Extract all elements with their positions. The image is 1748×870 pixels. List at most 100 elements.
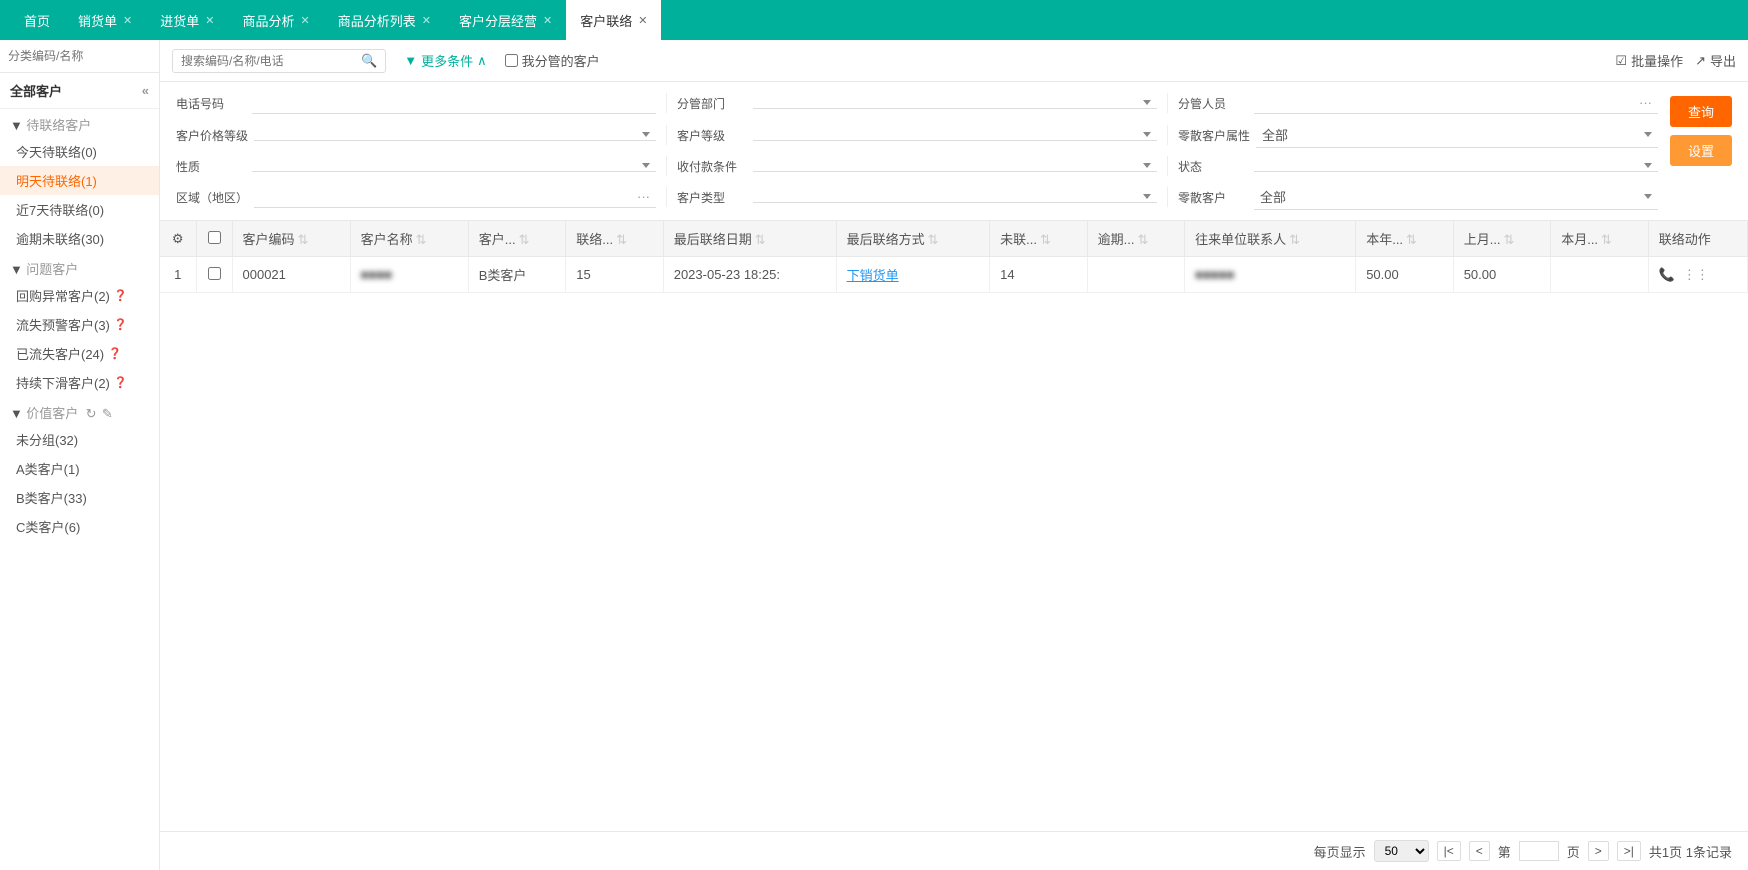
sidebar-item-lost[interactable]: 流失预警客户(3) ❓ <box>0 310 159 339</box>
sidebar-item-class-c[interactable]: C类客户(6) <box>0 512 159 541</box>
col-not-contacted[interactable]: 未联...⇅ <box>990 221 1088 257</box>
nav-analysis-list[interactable]: 商品分析列表 ✕ <box>324 0 445 40</box>
sidebar-item-churned[interactable]: 已流失客户(24) ❓ <box>0 339 159 368</box>
content-area: 🔍 ▼ 更多条件 ∧ 我分管的客户 ☑ 批量操作 ↗ 导出 <box>160 40 1748 870</box>
close-analysis-icon[interactable]: ✕ <box>301 14 310 27</box>
nav-sales[interactable]: 销货单 ✕ <box>64 0 146 40</box>
row-class: B类客户 <box>468 257 566 293</box>
filter-icon: ▼ <box>404 53 417 68</box>
row-index: 1 <box>160 257 196 293</box>
sidebar-item-today-contact[interactable]: 今天待联络(0) <box>0 137 159 166</box>
col-this-month[interactable]: 本月...⇅ <box>1551 221 1649 257</box>
close-customer-contact-icon[interactable]: ✕ <box>638 14 647 27</box>
query-button[interactable]: 查询 <box>1670 96 1732 127</box>
nav-customer-tier[interactable]: 客户分层经营 ✕ <box>445 0 566 40</box>
col-name[interactable]: 客户名称⇅ <box>350 221 468 257</box>
filter-retail-attr: 零散客户属性 全部 <box>1178 122 1658 148</box>
sidebar-item-repurchase-abnormal[interactable]: 回购异常客户(2) ❓ <box>0 281 159 310</box>
close-analysis-list-icon[interactable]: ✕ <box>422 14 431 27</box>
settings-button[interactable]: 设置 <box>1670 135 1732 166</box>
my-customer-checkbox[interactable] <box>505 54 518 67</box>
divider1 <box>666 93 667 113</box>
nature-select[interactable] <box>252 160 656 172</box>
col-contact-person[interactable]: 往来单位联系人⇅ <box>1185 221 1356 257</box>
sidebar-item-declining[interactable]: 持续下滑客户(2) ❓ <box>0 368 159 397</box>
more-action-icon[interactable]: ⋮⋮ <box>1683 267 1709 283</box>
phone-action-icon[interactable]: 📞 <box>1659 267 1675 283</box>
row-select-checkbox[interactable] <box>208 267 221 280</box>
filter-customer-grade: 客户等级 <box>677 127 1157 144</box>
filter-dept: 分管部门 <box>677 95 1157 112</box>
filter-panel: 电话号码 分管部门 分管人员 <box>160 82 1748 221</box>
status-select[interactable] <box>1254 160 1658 172</box>
close-sales-icon[interactable]: ✕ <box>123 14 132 27</box>
filter-nature: 性质 <box>176 158 656 175</box>
sidebar-item-tomorrow-contact[interactable]: 明天待联络(1) <box>0 166 159 195</box>
col-this-year[interactable]: 本年...⇅ <box>1356 221 1454 257</box>
divider7 <box>666 187 667 207</box>
search-box: 🔍 <box>172 49 386 73</box>
col-class[interactable]: 客户...⇅ <box>468 221 566 257</box>
page-number-input[interactable]: 1 <box>1519 841 1559 861</box>
row-this-year: 50.00 <box>1356 257 1454 293</box>
table-container: ⚙ 客户编码⇅ 客户名称⇅ 客户...⇅ 联络...⇅ 最后联络日期⇅ 最后联络… <box>160 221 1748 831</box>
filter-action-buttons: 查询 设置 <box>1670 92 1732 210</box>
batch-op-btn[interactable]: ☑ 批量操作 <box>1615 51 1683 70</box>
col-settings[interactable]: ⚙ <box>160 221 196 257</box>
sidebar-item-ungrouped[interactable]: 未分组(32) <box>0 425 159 454</box>
help-icon-2: ❓ <box>114 318 128 331</box>
divider6 <box>1167 156 1168 176</box>
col-last-contact-date[interactable]: 最后联络日期⇅ <box>663 221 836 257</box>
more-filter-btn[interactable]: ▼ 更多条件 ∧ <box>396 48 494 73</box>
checkbox-icon: ☑ <box>1615 53 1627 69</box>
top-nav: 首页 销货单 ✕ 进货单 ✕ 商品分析 ✕ 商品分析列表 ✕ 客户分层经营 ✕ … <box>0 0 1748 40</box>
nav-home[interactable]: 首页 <box>10 0 64 40</box>
page-size-select[interactable]: 50 100 200 <box>1374 840 1429 862</box>
export-btn[interactable]: ↗ 导出 <box>1695 51 1736 70</box>
person-select[interactable]: ··· <box>1254 92 1658 114</box>
customer-type-select[interactable] <box>753 191 1157 203</box>
sidebar-item-class-b[interactable]: B类客户(33) <box>0 483 159 512</box>
refresh-icon[interactable]: ↻ <box>86 406 97 421</box>
select-all-checkbox[interactable] <box>208 231 221 244</box>
all-customers-header[interactable]: 全部客户 « <box>0 73 159 109</box>
sidebar-item-week-contact[interactable]: 近7天待联络(0) <box>0 195 159 224</box>
close-customer-tier-icon[interactable]: ✕ <box>543 14 552 27</box>
region-select[interactable]: ··· <box>254 186 656 208</box>
sidebar-item-class-a[interactable]: A类客户(1) <box>0 454 159 483</box>
sidebar-item-overdue-contact[interactable]: 逾期未联络(30) <box>0 224 159 253</box>
first-page-btn[interactable]: |< <box>1437 841 1461 861</box>
divider4 <box>1167 125 1168 145</box>
prev-page-btn[interactable]: < <box>1469 841 1490 861</box>
phone-input[interactable] <box>252 93 656 114</box>
divider5 <box>666 156 667 176</box>
dept-select[interactable] <box>753 97 1157 109</box>
col-contact-count[interactable]: 联络...⇅ <box>566 221 664 257</box>
filter-chevron-icon: ∧ <box>477 53 487 69</box>
retail-attr-select[interactable]: 全部 <box>1256 122 1658 148</box>
nav-analysis[interactable]: 商品分析 ✕ <box>228 0 323 40</box>
col-last-month[interactable]: 上月...⇅ <box>1453 221 1551 257</box>
last-page-btn[interactable]: >| <box>1617 841 1641 861</box>
problem-customer-group-label: ▼ 问题客户 <box>0 253 159 281</box>
col-last-contact-method[interactable]: 最后联络方式⇅ <box>836 221 989 257</box>
collapse-all-icon[interactable]: « <box>142 83 149 98</box>
col-overdue[interactable]: 逾期...⇅ <box>1087 221 1185 257</box>
my-customer-check[interactable]: 我分管的客户 <box>505 51 600 70</box>
next-page-btn[interactable]: > <box>1588 841 1609 861</box>
col-code[interactable]: 客户编码⇅ <box>232 221 350 257</box>
customer-grade-select[interactable] <box>753 129 1157 141</box>
filter-status: 状态 <box>1178 158 1658 175</box>
search-submit-icon[interactable]: 🔍 <box>361 53 377 69</box>
close-purchase-icon[interactable]: ✕ <box>205 14 214 27</box>
contact-method-link[interactable]: 下销货单 <box>847 268 899 283</box>
payment-select[interactable] <box>753 160 1157 172</box>
sidebar-search-input[interactable] <box>8 49 160 63</box>
edit-icon[interactable]: ✎ <box>102 406 113 421</box>
nav-customer-contact[interactable]: 客户联络 ✕ <box>566 0 661 40</box>
price-grade-select[interactable] <box>254 129 656 141</box>
row-contact-person: ■■■■■ <box>1185 257 1356 293</box>
nav-purchase[interactable]: 进货单 ✕ <box>146 0 228 40</box>
search-input[interactable] <box>181 54 361 68</box>
retail-customer-select[interactable]: 全部 <box>1254 184 1658 210</box>
